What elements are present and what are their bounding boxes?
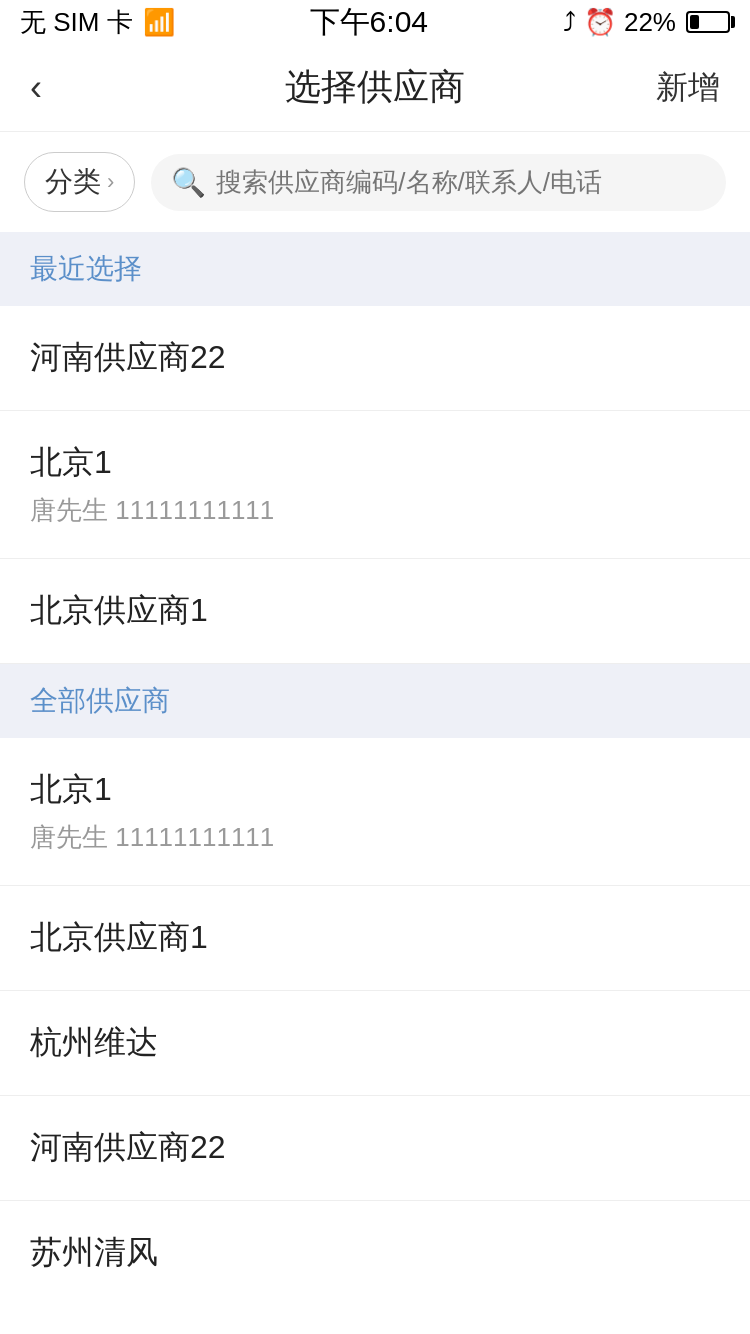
list-item[interactable]: 北京供应商1 [0, 559, 750, 664]
list-item-name: 北京供应商1 [30, 589, 720, 633]
alarm-icon: ⏰ [584, 7, 616, 38]
list-item-name: 北京1 [30, 768, 720, 812]
filter-bar: 分类 › 🔍 [0, 132, 750, 232]
list-item[interactable]: 河南供应商22 [0, 306, 750, 411]
status-right: ⤴ ⏰ 22% [563, 7, 730, 38]
wifi-icon: 📶 [143, 7, 175, 38]
list-item-name: 河南供应商22 [30, 336, 720, 380]
section-header-all: 全部供应商 [0, 664, 750, 738]
battery-icon [686, 11, 730, 33]
list-item[interactable]: 河南供应商22 [0, 1096, 750, 1201]
sections-container: 最近选择河南供应商22 北京1 唐先生 11111111111 北京供应商1 全部供应商… [0, 232, 750, 1305]
status-bar: 无 SIM 卡 📶 下午6:04 ⤴ ⏰ 22% [0, 0, 750, 44]
list-item[interactable]: 苏州清风 [0, 1201, 750, 1305]
search-box[interactable]: 🔍 [151, 154, 726, 211]
add-button[interactable]: 新增 [640, 66, 720, 110]
list-item-name: 杭州维达 [30, 1021, 720, 1065]
back-button[interactable]: ‹ [30, 67, 110, 109]
chevron-right-icon: › [107, 169, 114, 195]
list-item[interactable]: 杭州维达 [0, 991, 750, 1096]
status-left: 无 SIM 卡 📶 [20, 5, 175, 40]
list-item-name: 北京供应商1 [30, 916, 720, 960]
list-item-name: 北京1 [30, 441, 720, 485]
list-item-sub: 唐先生 11111111111 [30, 493, 720, 528]
battery-percent: 22% [624, 7, 676, 38]
category-button[interactable]: 分类 › [24, 152, 135, 212]
list-item[interactable]: 北京供应商1 [0, 886, 750, 991]
section-header-recent: 最近选择 [0, 232, 750, 306]
list-item-name: 河南供应商22 [30, 1126, 720, 1170]
nav-bar: ‹ 选择供应商 新增 [0, 44, 750, 132]
page-title: 选择供应商 [285, 63, 465, 112]
location-icon: ⤴ [563, 7, 576, 38]
search-icon: 🔍 [171, 166, 206, 199]
search-input[interactable] [216, 167, 706, 198]
list-item[interactable]: 北京1 唐先生 11111111111 [0, 411, 750, 559]
list-item[interactable]: 北京1 唐先生 11111111111 [0, 738, 750, 886]
category-label: 分类 [45, 163, 101, 201]
list-item-sub: 唐先生 11111111111 [30, 820, 720, 855]
status-time: 下午6:04 [310, 2, 428, 43]
sim-status: 无 SIM 卡 [20, 5, 133, 40]
list-item-name: 苏州清风 [30, 1231, 720, 1275]
